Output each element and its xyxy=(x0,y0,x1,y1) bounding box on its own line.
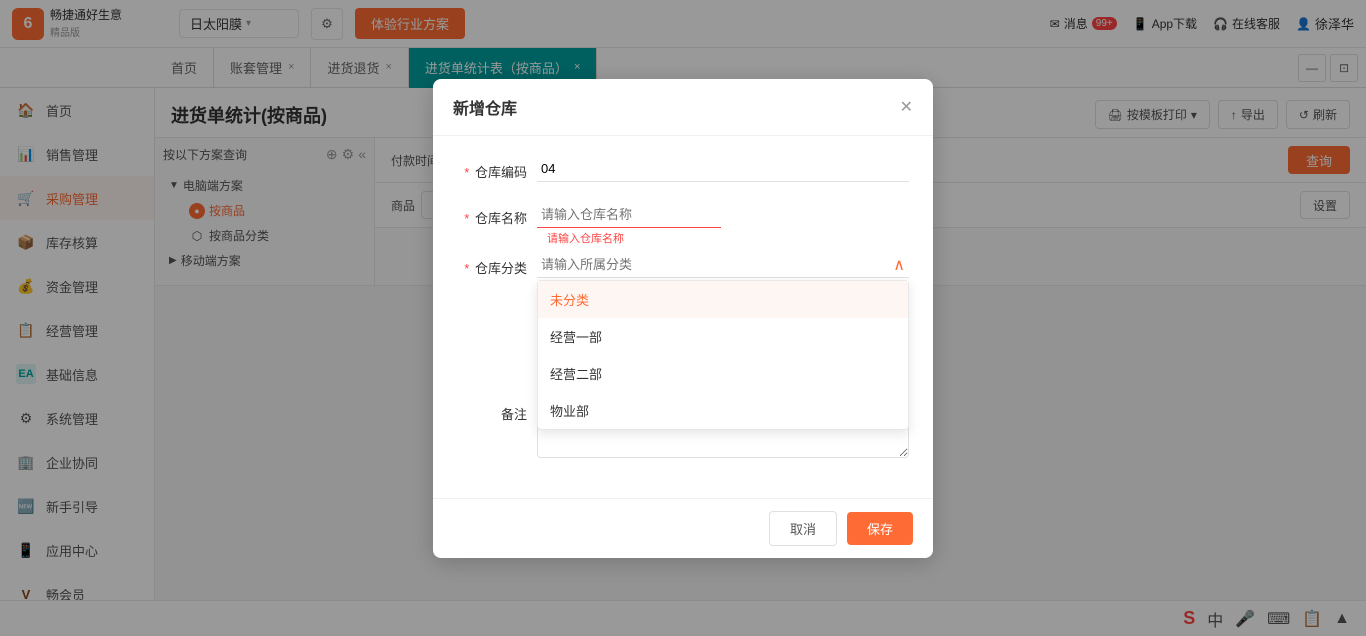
category-option-2[interactable]: 经营二部 xyxy=(538,355,908,392)
save-button[interactable]: 保存 xyxy=(847,512,913,545)
code-label: * 仓库编码 xyxy=(457,156,537,181)
category-dropdown: 未分类 经营一部 经营二部 物业部 xyxy=(537,280,909,430)
code-input[interactable] xyxy=(537,156,909,182)
name-label: * 仓库名称 xyxy=(457,202,537,227)
category-option-1[interactable]: 经营一部 xyxy=(538,318,908,355)
name-error-msg: 请输入仓库名称 xyxy=(547,230,624,246)
category-option-3[interactable]: 物业部 xyxy=(538,392,908,429)
dialog-close-button[interactable]: ✕ xyxy=(900,97,913,117)
category-option-none[interactable]: 未分类 xyxy=(538,281,908,318)
category-arrow-icon[interactable]: ∧ xyxy=(893,255,905,275)
dialog-footer: 取消 保存 xyxy=(433,498,933,558)
dialog-body: * 仓库编码 * 仓库名称 请输入仓库名称 * xyxy=(433,136,933,498)
form-row-category: * 仓库分类 ∧ 未分类 经营一部 经营二部 物业部 xyxy=(457,252,909,278)
category-label: * 仓库分类 xyxy=(457,252,537,277)
dialog-add-warehouse: 新增仓库 ✕ * 仓库编码 * 仓库名称 xyxy=(433,79,933,558)
category-wrapper: ∧ 未分类 经营一部 经营二部 物业部 xyxy=(537,252,909,278)
name-input[interactable] xyxy=(537,202,721,228)
category-input[interactable] xyxy=(537,252,909,278)
dialog-title: 新增仓库 xyxy=(453,95,517,119)
cancel-button[interactable]: 取消 xyxy=(769,511,837,546)
form-row-name: * 仓库名称 请输入仓库名称 xyxy=(457,202,909,228)
note-label: 备注 xyxy=(457,398,537,423)
modal-overlay[interactable]: 新增仓库 ✕ * 仓库编码 * 仓库名称 xyxy=(0,0,1366,636)
dialog-header: 新增仓库 ✕ xyxy=(433,79,933,136)
form-row-code: * 仓库编码 xyxy=(457,156,909,182)
